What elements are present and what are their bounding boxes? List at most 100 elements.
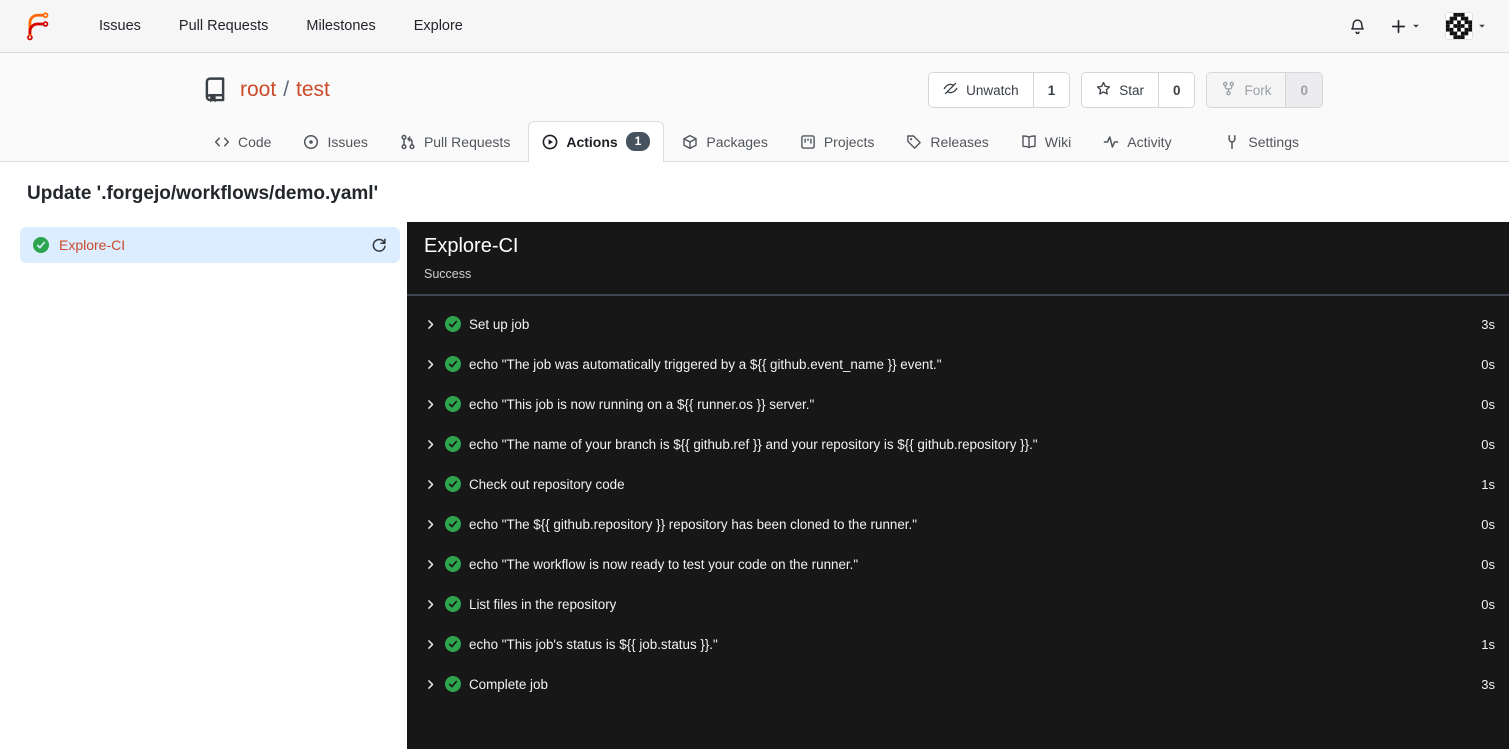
repo-tab[interactable]: Code xyxy=(200,123,285,161)
repo-action-label: Star xyxy=(1119,82,1144,98)
step-label: echo "This job is now running on a ${{ r… xyxy=(469,396,815,412)
job-log-title: Explore-CI xyxy=(424,235,519,257)
tab-icon xyxy=(1021,134,1037,150)
notifications-bell-icon[interactable] xyxy=(1349,18,1366,35)
job-step-row[interactable]: Check out repository code 1s xyxy=(407,464,1509,504)
step-duration: 0s xyxy=(1481,596,1495,612)
repo-separator: / xyxy=(283,78,290,101)
job-success-check-icon xyxy=(33,237,49,253)
topnav-link[interactable]: Milestones xyxy=(287,18,394,34)
step-success-check-icon xyxy=(445,596,461,612)
step-label: Check out repository code xyxy=(469,476,625,492)
top-navbar: Issues Pull Requests Milestones Explore xyxy=(0,0,1509,53)
repo-tab[interactable]: Activity xyxy=(1089,123,1185,161)
run-main: Explore-CI Explore-CI Success Set up job… xyxy=(0,222,1509,749)
repo-action-button[interactable]: Star xyxy=(1082,73,1158,107)
chevron-right-icon xyxy=(424,398,437,411)
step-label: echo "The workflow is now ready to test … xyxy=(469,556,859,572)
chevron-right-icon xyxy=(424,438,437,451)
tab-label: Packages xyxy=(706,134,768,150)
tab-icon xyxy=(1224,134,1240,150)
tab-icon xyxy=(682,134,698,150)
repo-tab[interactable]: Releases xyxy=(892,123,1002,161)
chevron-right-icon xyxy=(424,518,437,531)
job-step-row[interactable]: echo "The ${{ github.repository }} repos… xyxy=(407,504,1509,544)
topnav-right xyxy=(1349,12,1487,40)
job-log-panel: Explore-CI Success Set up job 3s echo "T… xyxy=(407,222,1509,749)
repo-action-button[interactable]: Unwatch xyxy=(929,73,1033,107)
create-new-dropdown[interactable] xyxy=(1390,18,1421,35)
repo-name-link[interactable]: test xyxy=(296,78,330,102)
job-name: Explore-CI xyxy=(59,237,126,253)
job-step-row[interactable]: echo "The job was automatically triggere… xyxy=(407,344,1509,384)
repo-book-icon xyxy=(202,77,228,103)
topnav-link[interactable]: Issues xyxy=(80,18,160,34)
job-step-row[interactable]: List files in the repository 0s xyxy=(407,584,1509,624)
chevron-right-icon xyxy=(424,318,437,331)
job-step-row[interactable]: echo "The name of your branch is ${{ git… xyxy=(407,424,1509,464)
repo-header: root / test Unwatch 1 Star 0 Fork 0 Code… xyxy=(0,53,1509,162)
repo-action-count[interactable]: 1 xyxy=(1032,73,1070,107)
step-label: echo "The name of your branch is ${{ git… xyxy=(469,436,1038,452)
repo-action-count[interactable]: 0 xyxy=(1157,73,1195,107)
repo-tab[interactable]: Packages xyxy=(668,123,781,161)
step-success-check-icon xyxy=(445,636,461,652)
tab-label: Releases xyxy=(930,134,989,150)
job-step-row[interactable]: echo "This job's status is ${{ job.statu… xyxy=(407,624,1509,664)
job-log-header: Explore-CI Success xyxy=(407,222,1509,296)
chevron-down-icon xyxy=(1477,21,1487,31)
chevron-right-icon xyxy=(424,598,437,611)
chevron-down-icon xyxy=(1411,21,1421,31)
job-step-row[interactable]: Set up job 3s xyxy=(407,304,1509,344)
step-duration: 3s xyxy=(1481,316,1495,332)
topnav-link[interactable]: Explore xyxy=(395,18,482,34)
repo-tab[interactable]: Projects xyxy=(786,123,889,161)
step-duration: 0s xyxy=(1481,436,1495,452)
step-duration: 0s xyxy=(1481,556,1495,572)
avatar xyxy=(1445,12,1473,40)
repo-tab[interactable]: Wiki xyxy=(1007,123,1085,161)
tab-icon xyxy=(1103,134,1119,150)
topnav-link[interactable]: Pull Requests xyxy=(160,18,287,34)
tab-label: Wiki xyxy=(1044,134,1072,150)
rerun-job-icon[interactable] xyxy=(371,237,387,253)
repo-tab[interactable]: Issues xyxy=(289,123,381,161)
repo-action-icon xyxy=(943,81,958,99)
step-success-check-icon xyxy=(445,396,461,412)
step-label: Complete job xyxy=(469,676,548,692)
repo-tab[interactable]: Actions 1 xyxy=(528,121,665,162)
repo-action-count[interactable]: 0 xyxy=(1285,73,1322,107)
step-duration: 1s xyxy=(1481,636,1495,652)
workflow-run-title: Update '.forgejo/workflows/demo.yaml' xyxy=(27,183,379,204)
repo-action-label: Fork xyxy=(1244,82,1272,98)
repo-action-icon xyxy=(1096,81,1111,99)
job-step-row[interactable]: Complete job 3s xyxy=(407,664,1509,704)
job-list-item[interactable]: Explore-CI xyxy=(20,227,400,263)
tab-icon xyxy=(303,134,319,150)
user-menu-dropdown[interactable] xyxy=(1445,12,1487,40)
repo-tab[interactable]: Settings xyxy=(1210,123,1313,161)
topnav-links: Issues Pull Requests Milestones Explore xyxy=(80,18,482,34)
repo-tab[interactable]: Pull Requests xyxy=(386,123,524,161)
chevron-right-icon xyxy=(424,358,437,371)
repo-action-button[interactable]: Fork xyxy=(1207,73,1286,107)
job-step-row[interactable]: echo "This job is now running on a ${{ r… xyxy=(407,384,1509,424)
step-success-check-icon xyxy=(445,476,461,492)
step-label: Set up job xyxy=(469,316,530,332)
job-step-row[interactable]: echo "The workflow is now ready to test … xyxy=(407,544,1509,584)
repo-action-button-group: Star 0 xyxy=(1081,72,1196,108)
tab-icon xyxy=(214,134,230,150)
step-success-check-icon xyxy=(445,556,461,572)
job-steps-list: Set up job 3s echo "The job was automati… xyxy=(407,296,1509,704)
forgejo-logo-icon[interactable] xyxy=(22,11,52,41)
chevron-right-icon xyxy=(424,678,437,691)
repo-action-icon xyxy=(1221,81,1236,99)
repo-action-buttons: Unwatch 1 Star 0 Fork 0 xyxy=(928,72,1323,108)
repo-tabbar: Code Issues Pull Requests Actions 1 Pack… xyxy=(0,115,1509,162)
repo-owner-link[interactable]: root xyxy=(240,78,276,102)
chevron-right-icon xyxy=(424,558,437,571)
tab-icon xyxy=(542,134,558,150)
step-success-check-icon xyxy=(445,436,461,452)
repo-title-row: root / test Unwatch 1 Star 0 Fork 0 xyxy=(0,65,1509,115)
step-duration: 1s xyxy=(1481,476,1495,492)
